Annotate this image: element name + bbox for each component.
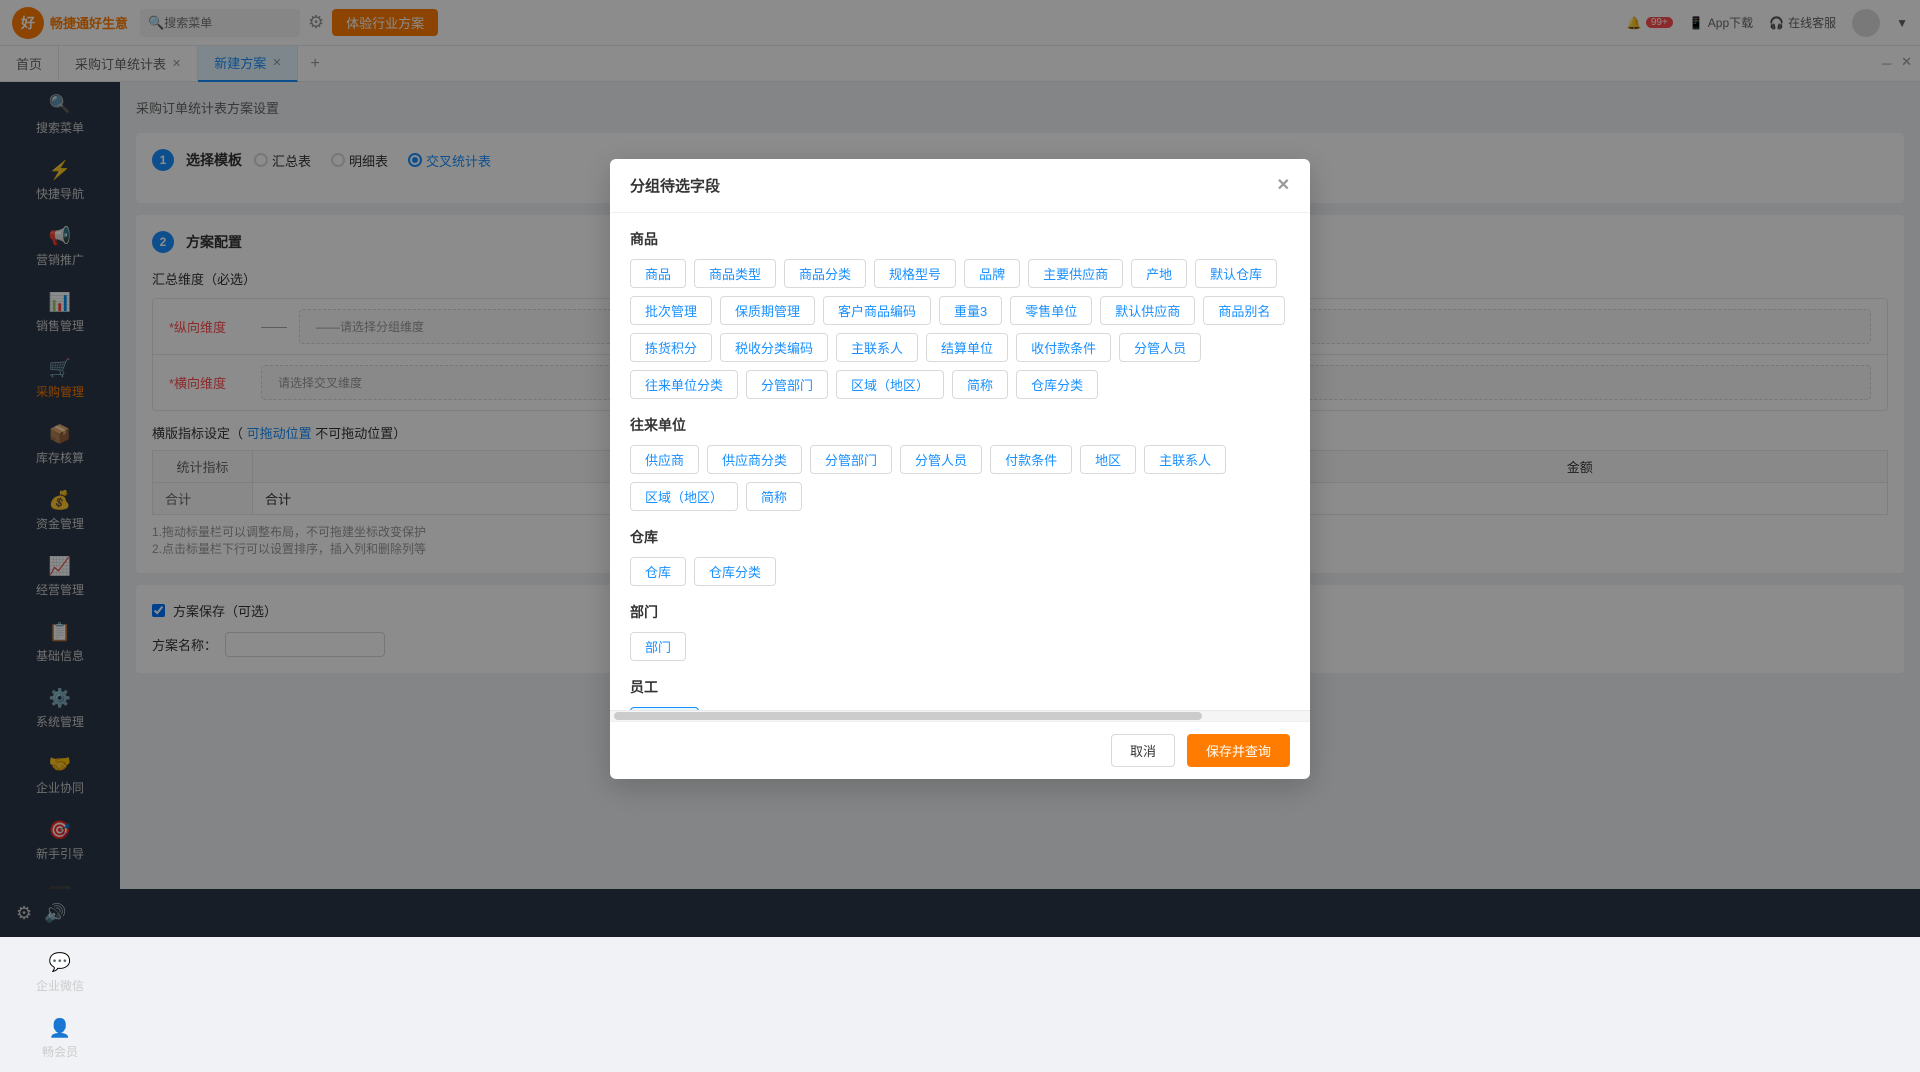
tag-goods-14[interactable]: 商品别名 — [1203, 296, 1285, 325]
tag-goods-4[interactable]: 品牌 — [964, 259, 1020, 288]
tag-goods-6[interactable]: 产地 — [1131, 259, 1187, 288]
section-partner-title: 往来单位 — [630, 415, 1290, 435]
member-icon: 👤 — [49, 1018, 71, 1039]
tag-goods-7[interactable]: 默认仓库 — [1195, 259, 1277, 288]
sidebar-item-wechat[interactable]: 💬 企业微信 — [0, 940, 120, 1006]
section-goods-tags: 商品 商品类型 商品分类 规格型号 品牌 主要供应商 产地 默认仓库 批次管理 … — [630, 259, 1290, 399]
modal-header: 分组待选字段 ✕ — [610, 159, 1310, 213]
tag-partner-8[interactable]: 简称 — [746, 482, 802, 511]
section-partner-tags: 供应商 供应商分类 分管部门 分管人员 付款条件 地区 主联系人 区域（地区） … — [630, 445, 1290, 511]
cancel-button[interactable]: 取消 — [1111, 734, 1175, 767]
tag-warehouse-0[interactable]: 仓库 — [630, 557, 686, 586]
section-department: 部门 部门 — [630, 602, 1290, 661]
tag-department-0[interactable]: 部门 — [630, 632, 686, 661]
modal-h-scrollbar-thumb — [614, 712, 1202, 720]
modal-overlay: 分组待选字段 ✕ 商品 商品 商品类型 商品分类 规格型号 品牌 主要供应商 产… — [0, 0, 1920, 937]
tag-goods-3[interactable]: 规格型号 — [874, 259, 956, 288]
tag-goods-5[interactable]: 主要供应商 — [1028, 259, 1123, 288]
tag-partner-3[interactable]: 分管人员 — [900, 445, 982, 474]
modal-body: 商品 商品 商品类型 商品分类 规格型号 品牌 主要供应商 产地 默认仓库 批次… — [610, 213, 1310, 711]
tag-goods-18[interactable]: 结算单位 — [926, 333, 1008, 362]
modal-h-scrollbar[interactable] — [610, 710, 1310, 720]
tag-partner-7[interactable]: 区域（地区） — [630, 482, 738, 511]
save-query-button[interactable]: 保存并查询 — [1187, 734, 1290, 767]
section-warehouse-title: 仓库 — [630, 527, 1290, 547]
section-department-tags: 部门 — [630, 632, 1290, 661]
sidebar-item-member-label: 畅会员 — [42, 1043, 78, 1060]
tag-goods-2[interactable]: 商品分类 — [784, 259, 866, 288]
tag-goods-11[interactable]: 重量3 — [939, 296, 1002, 325]
section-employee: 员工 业务员 — [630, 677, 1290, 711]
modal-close-btn[interactable]: ✕ — [1277, 175, 1290, 195]
section-department-title: 部门 — [630, 602, 1290, 622]
modal-footer: 取消 保存并查询 — [610, 721, 1310, 779]
tag-goods-12[interactable]: 零售单位 — [1010, 296, 1092, 325]
tag-goods-17[interactable]: 主联系人 — [836, 333, 918, 362]
section-goods: 商品 商品 商品类型 商品分类 规格型号 品牌 主要供应商 产地 默认仓库 批次… — [630, 229, 1290, 399]
tag-partner-6[interactable]: 主联系人 — [1144, 445, 1226, 474]
tag-goods-22[interactable]: 分管部门 — [746, 370, 828, 399]
tag-goods-16[interactable]: 税收分类编码 — [720, 333, 828, 362]
section-goods-title: 商品 — [630, 229, 1290, 249]
tag-partner-5[interactable]: 地区 — [1080, 445, 1136, 474]
tag-goods-8[interactable]: 批次管理 — [630, 296, 712, 325]
section-warehouse-tags: 仓库 仓库分类 — [630, 557, 1290, 586]
tag-goods-21[interactable]: 往来单位分类 — [630, 370, 738, 399]
tag-goods-0[interactable]: 商品 — [630, 259, 686, 288]
modal-title: 分组待选字段 — [630, 175, 720, 196]
tag-goods-15[interactable]: 拣货积分 — [630, 333, 712, 362]
tag-warehouse-1[interactable]: 仓库分类 — [694, 557, 776, 586]
sidebar-item-wechat-label: 企业微信 — [36, 977, 84, 994]
tag-goods-23[interactable]: 区域（地区） — [836, 370, 944, 399]
tag-partner-2[interactable]: 分管部门 — [810, 445, 892, 474]
tag-goods-1[interactable]: 商品类型 — [694, 259, 776, 288]
tag-goods-9[interactable]: 保质期管理 — [720, 296, 815, 325]
tag-goods-19[interactable]: 收付款条件 — [1016, 333, 1111, 362]
tag-goods-25[interactable]: 仓库分类 — [1016, 370, 1098, 399]
modal: 分组待选字段 ✕ 商品 商品 商品类型 商品分类 规格型号 品牌 主要供应商 产… — [610, 159, 1310, 779]
tag-partner-4[interactable]: 付款条件 — [990, 445, 1072, 474]
tag-goods-13[interactable]: 默认供应商 — [1100, 296, 1195, 325]
section-employee-title: 员工 — [630, 677, 1290, 697]
tag-partner-1[interactable]: 供应商分类 — [707, 445, 802, 474]
tag-goods-10[interactable]: 客户商品编码 — [823, 296, 931, 325]
wechat-icon: 💬 — [49, 952, 71, 973]
tag-goods-20[interactable]: 分管人员 — [1119, 333, 1201, 362]
tag-goods-24[interactable]: 简称 — [952, 370, 1008, 399]
tag-partner-0[interactable]: 供应商 — [630, 445, 699, 474]
section-warehouse: 仓库 仓库 仓库分类 — [630, 527, 1290, 586]
sidebar-item-member[interactable]: 👤 畅会员 — [0, 1006, 120, 1072]
section-partner: 往来单位 供应商 供应商分类 分管部门 分管人员 付款条件 地区 主联系人 区域… — [630, 415, 1290, 511]
